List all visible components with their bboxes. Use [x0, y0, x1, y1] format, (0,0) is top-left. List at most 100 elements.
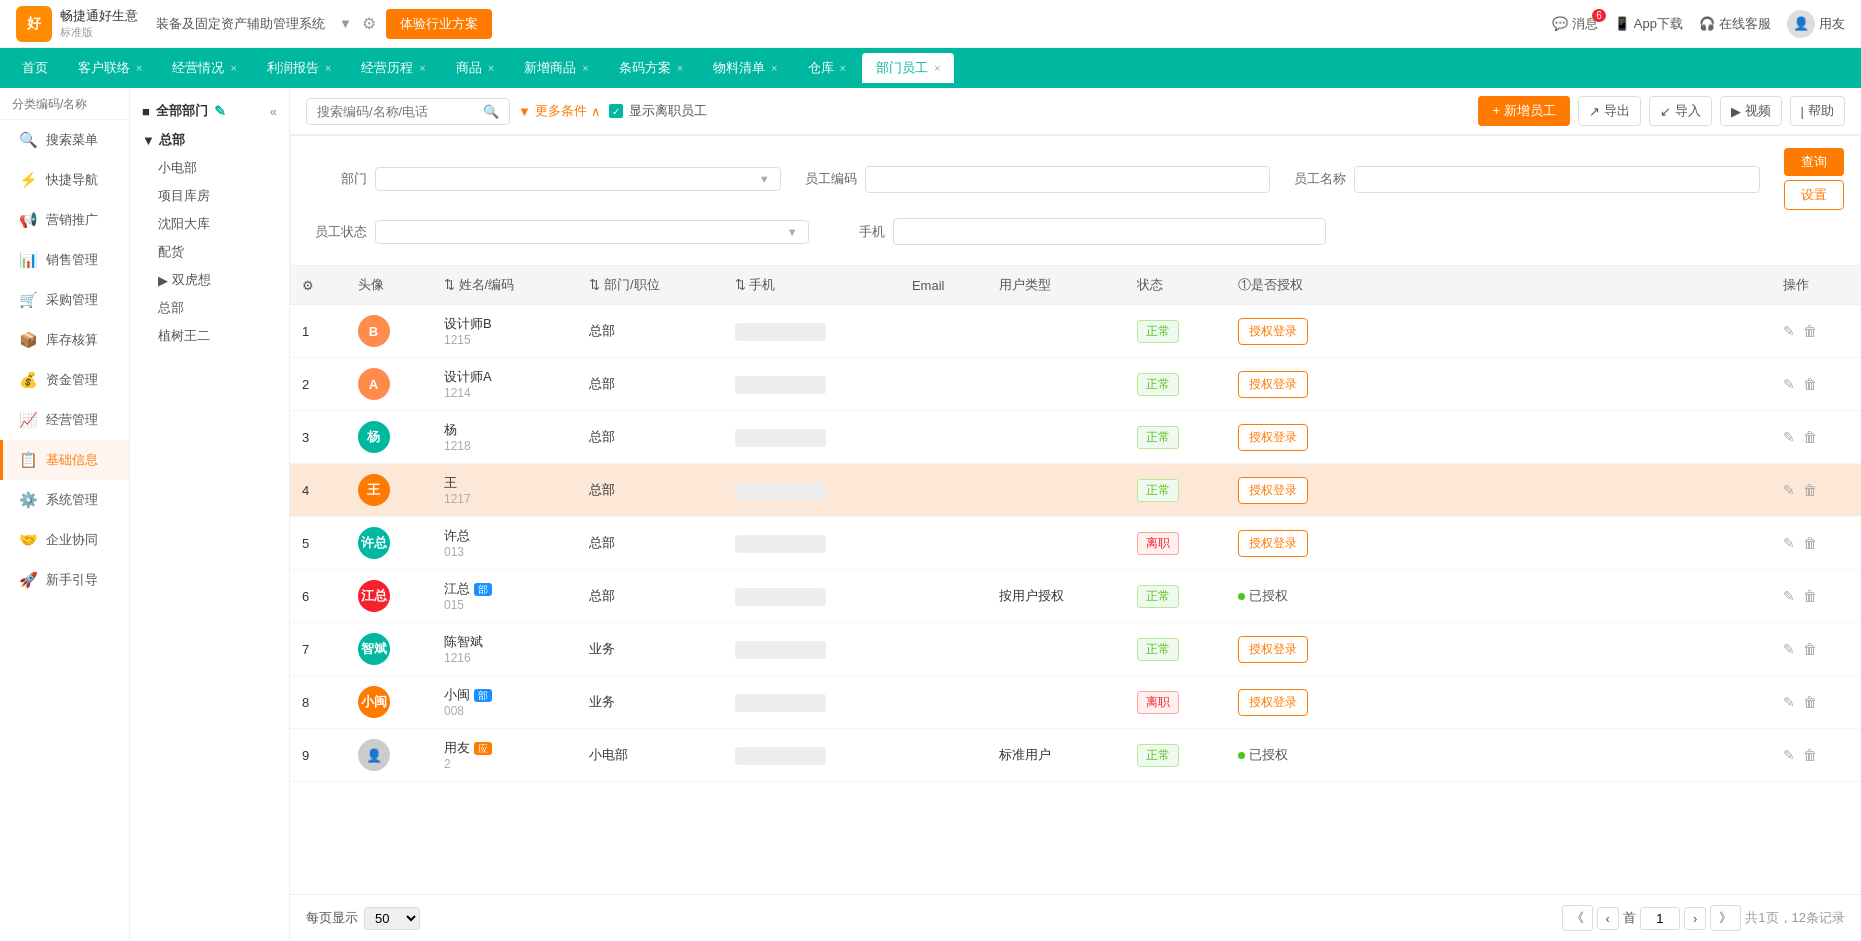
emp-status-input[interactable]: ▼	[375, 220, 809, 244]
show-resigned-toggle[interactable]: ✓ 显示离职员工	[609, 102, 707, 120]
export-button[interactable]: ↗ 导出	[1578, 96, 1641, 126]
nav-tab-客户联络[interactable]: 客户联络×	[64, 53, 156, 83]
phone-input[interactable]	[893, 218, 1327, 245]
col-dept[interactable]: ⇅ 部门/职位	[577, 266, 722, 305]
edit-icon[interactable]: ✎	[1783, 429, 1795, 445]
show-resigned-checkbox[interactable]: ✓	[609, 104, 623, 118]
left-nav-item-shortcut[interactable]: ⚡快捷导航	[0, 160, 129, 200]
trial-button[interactable]: 体验行业方案	[386, 9, 492, 39]
tab-close-新增商品[interactable]: ×	[582, 62, 588, 74]
edit-icon[interactable]: ✎	[1783, 482, 1795, 498]
left-nav-item-purchase[interactable]: 🛒采购管理	[0, 280, 129, 320]
add-employee-button[interactable]: + 新增员工	[1478, 96, 1569, 126]
tree-item-总部[interactable]: ▼总部	[130, 126, 289, 154]
nav-tab-利润报告[interactable]: 利润报告×	[253, 53, 345, 83]
left-nav-item-marketing[interactable]: 📢营销推广	[0, 200, 129, 240]
tab-close-条码方案[interactable]: ×	[677, 62, 683, 74]
left-nav-item-guide[interactable]: 🚀新手引导	[0, 560, 129, 600]
tree-collapse-icon[interactable]: «	[270, 104, 277, 119]
tab-close-物料清单[interactable]: ×	[771, 62, 777, 74]
message-button[interactable]: 💬 消息 6	[1552, 15, 1598, 33]
set-button[interactable]: 设置	[1784, 180, 1844, 210]
system-dropdown-icon[interactable]: ▼	[339, 16, 352, 31]
left-nav-item-system[interactable]: ⚙️系统管理	[0, 480, 129, 520]
search-filter-input[interactable]: 🔍	[306, 98, 510, 125]
tree-item-小电部[interactable]: 小电部	[130, 154, 289, 182]
col-settings[interactable]: ⚙	[290, 266, 346, 305]
per-page-select[interactable]: 50 20 100	[364, 907, 420, 930]
more-conditions-btn[interactable]: ▼ 更多条件 ∧	[518, 102, 601, 120]
auth-login-btn[interactable]: 授权登录	[1238, 689, 1308, 716]
auth-login-btn[interactable]: 授权登录	[1238, 318, 1308, 345]
left-nav-item-search[interactable]: 🔍搜索菜单	[0, 120, 129, 160]
delete-icon[interactable]: 🗑	[1803, 694, 1817, 710]
left-nav-item-finance[interactable]: 💰资金管理	[0, 360, 129, 400]
sidebar-search-input[interactable]	[12, 97, 130, 111]
emp-code-input[interactable]	[865, 166, 1271, 193]
auth-login-btn[interactable]: 授权登录	[1238, 371, 1308, 398]
edit-icon[interactable]: ✎	[1783, 641, 1795, 657]
emp-code-text-input[interactable]	[876, 172, 1260, 187]
col-phone[interactable]: ⇅ 手机	[723, 266, 900, 305]
delete-icon[interactable]: 🗑	[1803, 588, 1817, 604]
user-menu[interactable]: 👤 用友	[1787, 10, 1845, 38]
tab-close-部门员工[interactable]: ×	[934, 62, 940, 74]
left-nav-item-operation[interactable]: 📈经营管理	[0, 400, 129, 440]
query-button[interactable]: 查询	[1784, 148, 1844, 176]
tab-close-商品[interactable]: ×	[488, 62, 494, 74]
delete-icon[interactable]: 🗑	[1803, 747, 1817, 763]
nav-tab-经营情况[interactable]: 经营情况×	[158, 53, 250, 83]
auth-login-btn[interactable]: 授权登录	[1238, 477, 1308, 504]
left-nav-item-collab[interactable]: 🤝企业协同	[0, 520, 129, 560]
delete-icon[interactable]: 🗑	[1803, 482, 1817, 498]
auth-login-btn[interactable]: 授权登录	[1238, 636, 1308, 663]
nav-tab-物料清单[interactable]: 物料清单×	[699, 53, 791, 83]
left-nav-item-stock[interactable]: 📦库存核算	[0, 320, 129, 360]
edit-icon[interactable]: ✎	[1783, 535, 1795, 551]
auth-login-btn[interactable]: 授权登录	[1238, 424, 1308, 451]
nav-tab-首页[interactable]: 首页	[8, 53, 62, 83]
left-nav-item-basic[interactable]: 📋基础信息	[0, 440, 129, 480]
auth-login-btn[interactable]: 授权登录	[1238, 530, 1308, 557]
tab-close-经营历程[interactable]: ×	[419, 62, 425, 74]
dept-input[interactable]: ▼	[375, 167, 781, 191]
col-name[interactable]: ⇅ 姓名/编码	[432, 266, 577, 305]
nav-tab-条码方案[interactable]: 条码方案×	[605, 53, 697, 83]
nav-tab-部门员工[interactable]: 部门员工×	[862, 53, 954, 83]
view-button[interactable]: ▶ 视频	[1720, 96, 1782, 126]
tree-item-配货[interactable]: 配货	[130, 238, 289, 266]
edit-icon[interactable]: ✎	[1783, 588, 1795, 604]
emp-name-input[interactable]	[1354, 166, 1760, 193]
tab-close-经营情况[interactable]: ×	[230, 62, 236, 74]
nav-tab-商品[interactable]: 商品×	[442, 53, 508, 83]
current-page-input[interactable]	[1640, 907, 1680, 930]
first-page-btn[interactable]: 《	[1562, 905, 1593, 931]
edit-icon[interactable]: ✎	[1783, 747, 1795, 763]
tree-item-双虎想[interactable]: ▶双虎想	[130, 266, 289, 294]
app-download-button[interactable]: 📱 App下载	[1614, 15, 1683, 33]
tree-item-项目库房[interactable]: 项目库房	[130, 182, 289, 210]
help-button[interactable]: | 帮助	[1790, 96, 1845, 126]
delete-icon[interactable]: 🗑	[1803, 641, 1817, 657]
tab-close-仓库[interactable]: ×	[840, 62, 846, 74]
tree-item-沈阳大库[interactable]: 沈阳大库	[130, 210, 289, 238]
left-nav-item-sales[interactable]: 📊销售管理	[0, 240, 129, 280]
nav-tab-经营历程[interactable]: 经营历程×	[347, 53, 439, 83]
emp-name-text-input[interactable]	[1365, 172, 1749, 187]
prev-page-btn[interactable]: ‹	[1597, 907, 1619, 930]
last-page-btn[interactable]: 》	[1710, 905, 1741, 931]
edit-icon[interactable]: ✎	[1783, 376, 1795, 392]
edit-icon[interactable]: ✎	[1783, 323, 1795, 339]
delete-icon[interactable]: 🗑	[1803, 535, 1817, 551]
tree-item-总部[interactable]: 总部	[130, 294, 289, 322]
edit-icon[interactable]: ✎	[1783, 694, 1795, 710]
phone-text-input[interactable]	[904, 224, 1316, 239]
tab-close-利润报告[interactable]: ×	[325, 62, 331, 74]
nav-tab-仓库[interactable]: 仓库×	[794, 53, 860, 83]
tab-close-客户联络[interactable]: ×	[136, 62, 142, 74]
online-support-button[interactable]: 🎧 在线客服	[1699, 15, 1771, 33]
delete-icon[interactable]: 🗑	[1803, 376, 1817, 392]
settings-icon[interactable]: ⚙	[362, 14, 376, 33]
tree-edit-icon[interactable]: ✎	[214, 103, 226, 119]
tree-item-植树王二[interactable]: 植树王二	[130, 322, 289, 350]
